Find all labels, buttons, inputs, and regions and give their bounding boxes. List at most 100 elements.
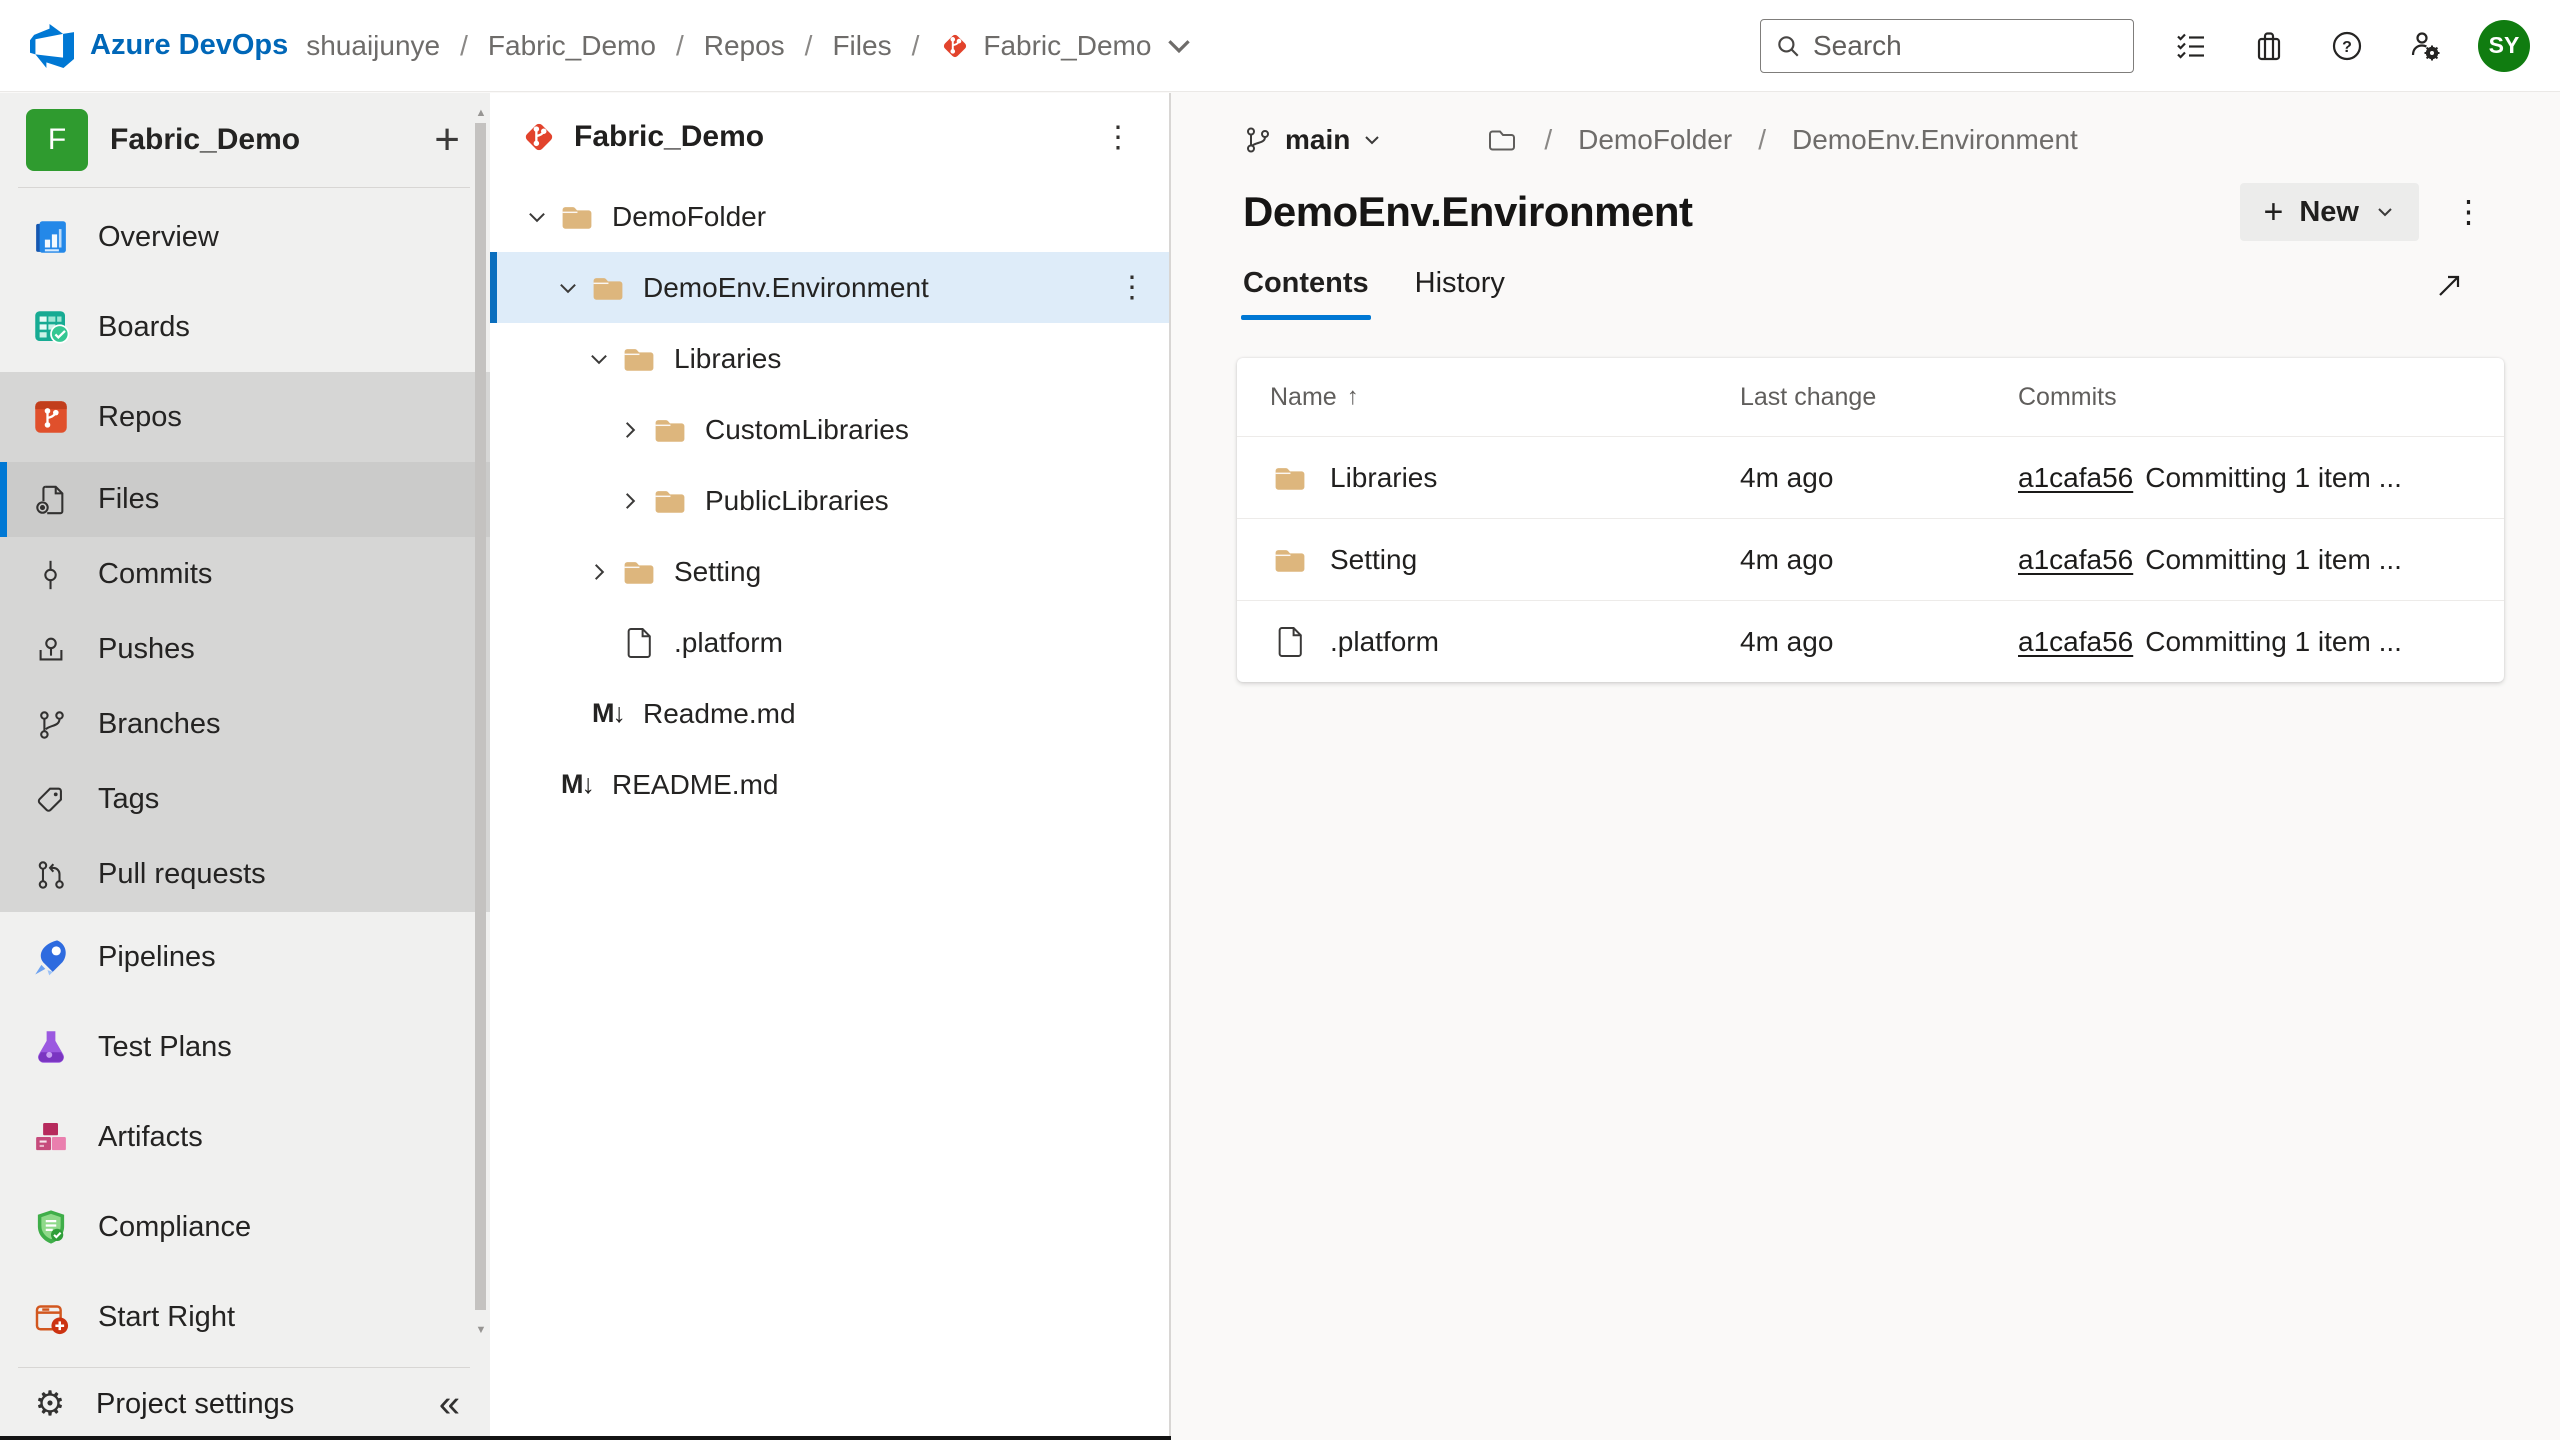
tree-node-libraries[interactable]: Libraries	[490, 323, 1169, 394]
tree-node-customlibraries[interactable]: CustomLibraries	[490, 394, 1169, 465]
test-plans-icon	[28, 1024, 74, 1070]
branch-icon	[1247, 127, 1269, 153]
sidebar-item-pushes[interactable]: Pushes	[0, 612, 490, 687]
new-button[interactable]: + New	[2239, 183, 2419, 241]
breadcrumb-org[interactable]: shuaijunye	[306, 30, 440, 62]
tree-node-publiclibraries[interactable]: PublicLibraries	[490, 465, 1169, 536]
table-row--platform[interactable]: .platform 4m ago a1cafa56 Committing 1 item…	[1237, 600, 2504, 682]
file-name-cell: Setting	[1270, 540, 1740, 580]
commit-id-link[interactable]: a1cafa56	[2018, 462, 2133, 494]
file-name-label[interactable]: .platform	[1330, 626, 1439, 658]
breadcrumb-project[interactable]: Fabric_Demo	[488, 30, 656, 62]
artifacts-icon	[28, 1114, 74, 1160]
azure-devops-logo-icon[interactable]	[30, 23, 74, 68]
chevron-down-icon	[2378, 208, 2392, 217]
file-name-label[interactable]: Setting	[1330, 544, 1417, 576]
chevron-down-icon[interactable]	[520, 200, 554, 234]
tree-node-setting[interactable]: Setting	[490, 536, 1169, 607]
sidebar-item-files[interactable]: Files	[0, 462, 490, 537]
breadcrumb-repos[interactable]: Repos	[704, 30, 785, 62]
brand-title[interactable]: Azure DevOps	[90, 29, 288, 62]
sidebar-item-label: Pushes	[98, 633, 195, 665]
project-avatar[interactable]: F	[26, 109, 88, 171]
sidebar-item-start-right[interactable]: Start Right	[0, 1272, 490, 1362]
tree-header: Fabric_Demo ⋮	[490, 93, 1169, 181]
scroll-up-arrow-icon[interactable]: ▲	[474, 107, 488, 119]
sidebar-item-test-plans[interactable]: Test Plans	[0, 1002, 490, 1092]
table-row-setting[interactable]: Setting 4m ago a1cafa56 Committing 1 item .…	[1237, 518, 2504, 600]
sidebar-item-pull-requests[interactable]: Pull requests	[0, 837, 490, 912]
chevron-down-icon[interactable]	[582, 342, 616, 376]
tree-node--platform[interactable]: .platform	[490, 607, 1169, 678]
tree-node-demoenv-environment[interactable]: DemoEnv.Environment ⋮	[490, 252, 1169, 323]
tab-history[interactable]: History	[1415, 267, 1505, 320]
marketplace-bag-icon[interactable]	[2248, 25, 2290, 67]
commit-message: Committing 1 item ...	[2145, 543, 2402, 575]
table-body: Libraries 4m ago a1cafa56 Committing 1 item…	[1237, 436, 2504, 682]
column-header-last-change[interactable]: Last change	[1740, 383, 2018, 412]
table-row-libraries[interactable]: Libraries 4m ago a1cafa56 Committing 1 item…	[1237, 436, 2504, 518]
path-crumb-demofolder[interactable]: DemoFolder	[1578, 124, 1732, 156]
collapse-sidebar-button[interactable]: «	[439, 1385, 460, 1423]
chevron-right-icon[interactable]	[613, 413, 647, 447]
sidebar-item-compliance[interactable]: Compliance	[0, 1182, 490, 1272]
tree-node-label: Setting	[674, 555, 762, 587]
user-avatar[interactable]: SY	[2478, 19, 2530, 72]
folder-outline-icon[interactable]	[1486, 124, 1518, 156]
sidebar-item-label: Overview	[98, 220, 219, 253]
pushes-icon	[28, 627, 74, 673]
checklist-icon[interactable]	[2170, 25, 2212, 67]
files-icon	[28, 477, 74, 523]
file-name-label[interactable]: Libraries	[1330, 462, 1437, 494]
add-project-item-button[interactable]: +	[434, 118, 460, 162]
folder-icon	[1270, 458, 1310, 498]
chevron-down-icon[interactable]	[551, 271, 585, 305]
repo-selector-label: Fabric_Demo	[983, 29, 1152, 61]
sidebar-item-label: Tags	[98, 783, 160, 815]
title-row: DemoEnv.Environment + New ⋮	[1243, 183, 2484, 241]
window-bottom-edge	[0, 1436, 1171, 1440]
path-separator: /	[1544, 124, 1553, 155]
search-box	[1760, 18, 2134, 73]
tree-node-demofolder[interactable]: DemoFolder	[490, 181, 1169, 252]
sidebar-item-boards[interactable]: Boards	[0, 282, 490, 372]
sidebar-item-repos[interactable]: Repos	[0, 372, 490, 462]
sidebar-item-label: Artifacts	[98, 1120, 203, 1153]
tree-node-kebab-icon[interactable]: ⋮	[1109, 270, 1169, 305]
column-header-name[interactable]: Name ↑	[1270, 383, 1740, 412]
tree-node-label: DemoFolder	[612, 200, 767, 232]
commit-id-link[interactable]: a1cafa56	[2018, 626, 2133, 658]
repo-selector[interactable]: Fabric_Demo	[939, 30, 1195, 62]
tree-node-label: Readme.md	[643, 697, 796, 729]
chevron-right-icon[interactable]	[613, 484, 647, 518]
sidebar-item-tags[interactable]: Tags	[0, 762, 490, 837]
tree-node-readme-md[interactable]: M↓ README.md	[490, 749, 1169, 820]
column-header-commits[interactable]: Commits	[2018, 383, 2504, 412]
path-separator: /	[1758, 124, 1766, 155]
git-repo-icon	[944, 34, 967, 57]
more-actions-kebab-icon[interactable]: ⋮	[2453, 194, 2484, 230]
scroll-down-arrow-icon[interactable]: ▼	[474, 1324, 488, 1336]
tree-node-readme-md[interactable]: M↓ Readme.md	[490, 678, 1169, 749]
breadcrumb-files[interactable]: Files	[832, 30, 891, 62]
sidebar-item-branches[interactable]: Branches	[0, 687, 490, 762]
fullscreen-expand-icon[interactable]	[2434, 271, 2464, 320]
branches-icon	[28, 702, 74, 748]
sidebar-item-commits[interactable]: Commits	[0, 537, 490, 612]
tree-header-kebab-icon[interactable]: ⋮	[1095, 120, 1141, 155]
path-crumb-current[interactable]: DemoEnv.Environment	[1792, 124, 2078, 156]
tab-contents[interactable]: Contents	[1241, 267, 1371, 320]
chevron-right-icon[interactable]	[582, 555, 616, 589]
search-input[interactable]	[1813, 29, 2119, 62]
branch-selector[interactable]: main	[1243, 124, 1382, 156]
sidebar-item-project-settings[interactable]: ⚙ Project settings «	[0, 1368, 490, 1440]
sidebar-item-overview[interactable]: Overview	[0, 192, 490, 282]
user-settings-icon[interactable]	[2404, 25, 2446, 67]
tree-node-label: PublicLibraries	[705, 484, 889, 516]
sidebar-item-artifacts[interactable]: Artifacts	[0, 1092, 490, 1182]
commit-id-link[interactable]: a1cafa56	[2018, 544, 2133, 576]
file-name-cell: .platform	[1270, 622, 1740, 662]
help-icon[interactable]: ?	[2326, 25, 2368, 67]
scrollbar-thumb[interactable]	[475, 123, 486, 1310]
sidebar-item-pipelines[interactable]: Pipelines	[0, 912, 490, 1002]
